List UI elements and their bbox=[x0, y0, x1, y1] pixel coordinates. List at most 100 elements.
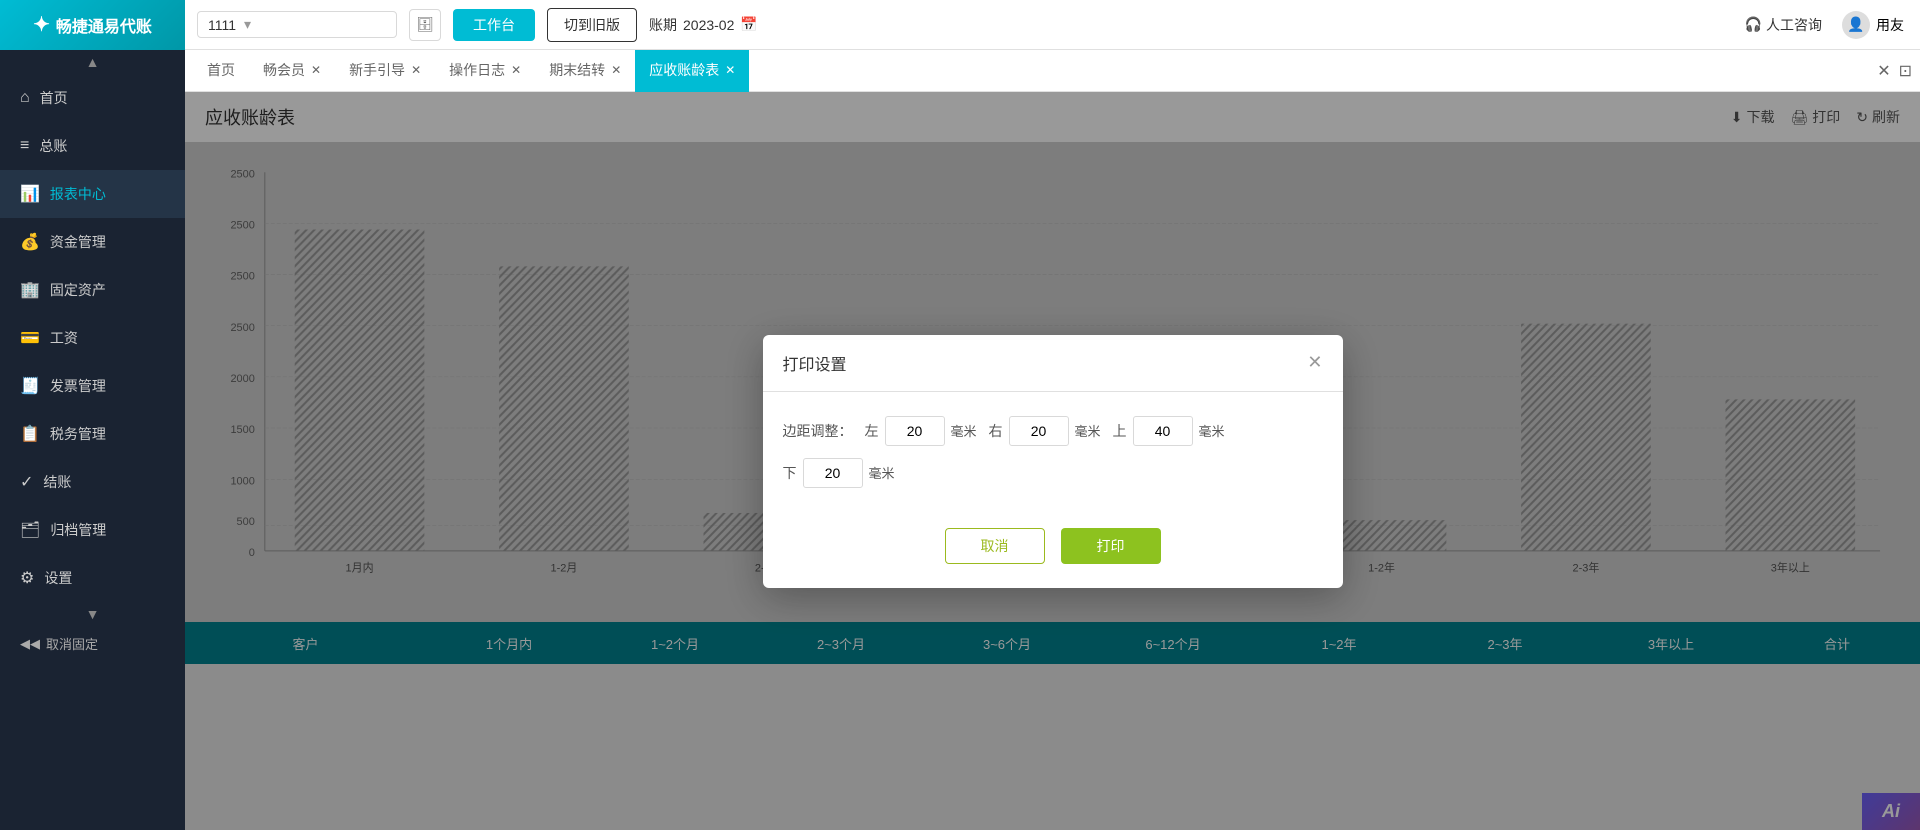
sidebar-item-ledger[interactable]: ≡ 总账 bbox=[0, 122, 185, 170]
logo-area: ✦ 畅捷通易代账 bbox=[0, 0, 185, 50]
bottom-margin-group: 下 毫米 bbox=[783, 458, 895, 488]
left-label: 左 bbox=[865, 421, 879, 441]
sidebar-item-home[interactable]: ⌂ 首页 bbox=[0, 74, 185, 122]
tab-guide[interactable]: 新手引导 ✕ bbox=[335, 50, 435, 92]
sidebar-item-label: 工资 bbox=[50, 328, 78, 348]
close-window-icon[interactable]: ✕ bbox=[1877, 61, 1890, 81]
headset-icon: 🎧 bbox=[1745, 16, 1762, 33]
left-margin-input[interactable] bbox=[885, 416, 945, 446]
margin-adjust-label: 边距调整： bbox=[783, 421, 853, 441]
right-header: 🎧 人工咨询 👤 用友 bbox=[1745, 11, 1904, 39]
tab-period[interactable]: 期末结转 ✕ bbox=[535, 50, 635, 92]
workbench-button[interactable]: 工作台 bbox=[453, 9, 535, 41]
consultation-label: 人工咨询 bbox=[1766, 15, 1822, 35]
sidebar: ▲ ⌂ 首页 ≡ 总账 📊 报表中心 💰 资金管理 🏢 固定资产 💳 工资 🧾 … bbox=[0, 50, 185, 830]
sidebar-item-label: 固定资产 bbox=[50, 280, 106, 300]
sidebar-item-label: 结账 bbox=[43, 472, 71, 492]
left-margin-group: 左 毫米 bbox=[865, 416, 977, 446]
modal-print-button[interactable]: 打印 bbox=[1061, 528, 1161, 564]
payroll-icon: 💳 bbox=[20, 328, 40, 348]
sidebar-item-reports[interactable]: 📊 报表中心 bbox=[0, 170, 185, 218]
top-header: ✦ 畅捷通易代账 1111 ▾ 🗄 工作台 切到旧版 账期 2023-02 📅 … bbox=[0, 0, 1920, 50]
right-label: 右 bbox=[989, 421, 1003, 441]
tab-guide-close[interactable]: ✕ bbox=[411, 63, 421, 77]
sidebar-item-label: 归档管理 bbox=[50, 520, 106, 540]
tab-period-close[interactable]: ✕ bbox=[611, 63, 621, 77]
switch-old-button[interactable]: 切到旧版 bbox=[547, 8, 637, 42]
company-select[interactable]: 1111 ▾ bbox=[197, 11, 397, 38]
top-unit: 毫米 bbox=[1199, 421, 1225, 440]
tab-actions: ✕ ⊡ bbox=[1877, 61, 1912, 81]
top-margin-input[interactable] bbox=[1133, 416, 1193, 446]
archive-icon[interactable]: 🗄 bbox=[409, 9, 441, 41]
sidebar-item-label: 税务管理 bbox=[50, 424, 106, 444]
modal-header: 打印设置 ✕ bbox=[763, 335, 1343, 392]
margin-row: 边距调整： 左 毫米 右 毫米 bbox=[783, 416, 1323, 488]
tab-bar: 首页 畅会员 ✕ 新手引导 ✕ 操作日志 ✕ 期末结转 ✕ 应收账龄表 ✕ bbox=[185, 50, 1920, 92]
sidebar-item-settings[interactable]: ⚙ 设置 bbox=[0, 554, 185, 602]
sidebar-item-label: 报表中心 bbox=[50, 184, 106, 204]
logo-icon: ✦ bbox=[33, 12, 50, 37]
settings-icon: ⚙ bbox=[20, 568, 34, 588]
sidebar-item-archive[interactable]: 🗂 归档管理 bbox=[0, 506, 185, 554]
content-area: 首页 畅会员 ✕ 新手引导 ✕ 操作日志 ✕ 期末结转 ✕ 应收账龄表 ✕ bbox=[185, 50, 1920, 830]
bottom-unit: 毫米 bbox=[869, 463, 895, 482]
sidebar-item-label: 资金管理 bbox=[50, 232, 106, 252]
sidebar-item-payroll[interactable]: 💳 工资 bbox=[0, 314, 185, 362]
tab-member[interactable]: 畅会员 ✕ bbox=[249, 50, 335, 92]
tab-oplog-close[interactable]: ✕ bbox=[511, 63, 521, 77]
invoice-icon: 🧾 bbox=[20, 376, 40, 396]
sidebar-item-finance[interactable]: 💰 资金管理 bbox=[0, 218, 185, 266]
period-label: 账期 bbox=[649, 15, 677, 35]
sidebar-item-label: 设置 bbox=[44, 568, 72, 588]
main-layout: ▲ ⌂ 首页 ≡ 总账 📊 报表中心 💰 资金管理 🏢 固定资产 💳 工资 🧾 … bbox=[0, 50, 1920, 830]
sidebar-item-tax[interactable]: 📋 税务管理 bbox=[0, 410, 185, 458]
cancel-fixed-label: 取消固定 bbox=[46, 634, 98, 653]
logo-text: 畅捷通易代账 bbox=[56, 13, 152, 37]
sidebar-item-closing[interactable]: ✓ 结账 bbox=[0, 458, 185, 506]
modal-overlay: 打印设置 ✕ 边距调整： 左 毫米 右 bbox=[185, 92, 1920, 830]
maximize-icon[interactable]: ⊡ bbox=[1899, 61, 1912, 81]
tab-guide-label: 新手引导 bbox=[349, 60, 405, 80]
sidebar-item-invoice[interactable]: 🧾 发票管理 bbox=[0, 362, 185, 410]
sidebar-scroll-down[interactable]: ▼ bbox=[0, 602, 185, 626]
period-area: 账期 2023-02 📅 bbox=[649, 15, 758, 35]
sidebar-item-label: 总账 bbox=[39, 136, 67, 156]
sidebar-item-assets[interactable]: 🏢 固定资产 bbox=[0, 266, 185, 314]
print-settings-modal: 打印设置 ✕ 边距调整： 左 毫米 右 bbox=[763, 335, 1343, 588]
ledger-icon: ≡ bbox=[20, 137, 29, 155]
tab-oplog[interactable]: 操作日志 ✕ bbox=[435, 50, 535, 92]
left-unit: 毫米 bbox=[951, 421, 977, 440]
tab-aging-close[interactable]: ✕ bbox=[725, 63, 735, 77]
tab-aging[interactable]: 应收账龄表 ✕ bbox=[635, 50, 749, 92]
dropdown-arrow-icon: ▾ bbox=[244, 16, 251, 33]
tab-aging-label: 应收账龄表 bbox=[649, 60, 719, 80]
home-icon: ⌂ bbox=[20, 89, 30, 107]
cancel-fixed-bar[interactable]: ◀◀ 取消固定 bbox=[0, 626, 185, 661]
avatar: 👤 bbox=[1842, 11, 1870, 39]
tab-period-label: 期末结转 bbox=[549, 60, 605, 80]
cancel-button[interactable]: 取消 bbox=[945, 528, 1045, 564]
bottom-margin-input[interactable] bbox=[803, 458, 863, 488]
modal-close-button[interactable]: ✕ bbox=[1307, 352, 1322, 373]
consultation-area[interactable]: 🎧 人工咨询 bbox=[1745, 15, 1822, 35]
calendar-icon[interactable]: 📅 bbox=[740, 16, 757, 33]
user-area[interactable]: 👤 用友 bbox=[1842, 11, 1904, 39]
modal-footer: 取消 打印 bbox=[763, 512, 1343, 588]
bottom-label: 下 bbox=[783, 463, 797, 483]
tab-member-close[interactable]: ✕ bbox=[311, 63, 321, 77]
tab-home[interactable]: 首页 bbox=[193, 50, 249, 92]
top-label: 上 bbox=[1113, 421, 1127, 441]
tab-oplog-label: 操作日志 bbox=[449, 60, 505, 80]
right-margin-group: 右 毫米 bbox=[989, 416, 1101, 446]
archive-nav-icon: 🗂 bbox=[20, 520, 40, 540]
tax-icon: 📋 bbox=[20, 424, 40, 444]
assets-icon: 🏢 bbox=[20, 280, 40, 300]
sidebar-item-label: 发票管理 bbox=[50, 376, 106, 396]
period-value: 2023-02 bbox=[683, 17, 734, 33]
finance-icon: 💰 bbox=[20, 232, 40, 252]
right-margin-input[interactable] bbox=[1009, 416, 1069, 446]
tab-member-label: 畅会员 bbox=[263, 60, 305, 80]
sidebar-scroll-up[interactable]: ▲ bbox=[0, 50, 185, 74]
pin-icon: ◀◀ bbox=[20, 636, 40, 652]
